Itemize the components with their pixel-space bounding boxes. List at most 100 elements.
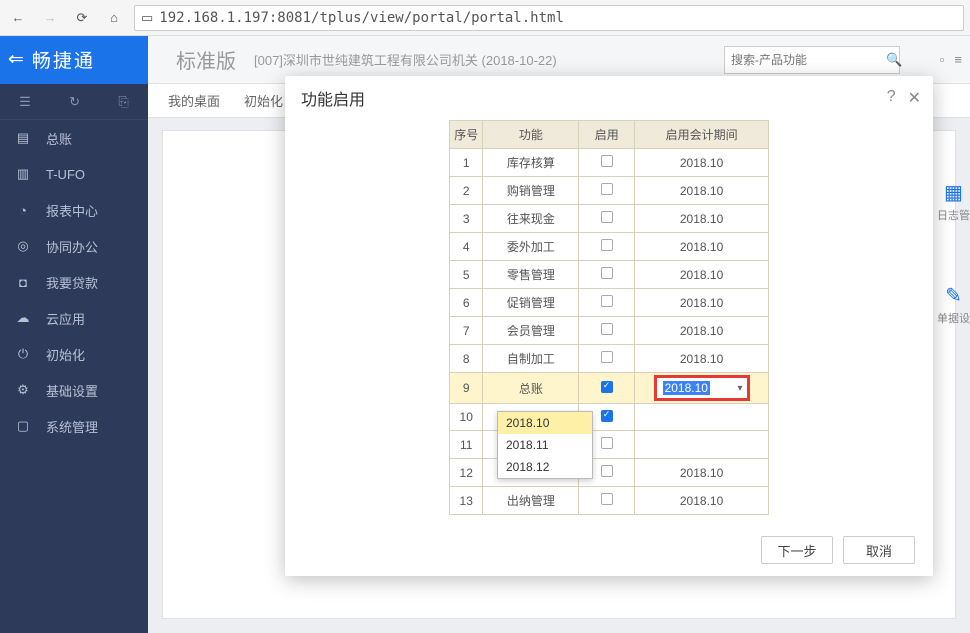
enable-checkbox[interactable] [601, 155, 613, 167]
cell-period: 2018.10 [635, 261, 769, 289]
cell-period: 2018.10 [635, 317, 769, 345]
table-row[interactable]: 4委外加工2018.10 [450, 233, 769, 261]
cell-enable[interactable] [579, 487, 635, 515]
table-row[interactable]: 3往来现金2018.10 [450, 205, 769, 233]
sidebar-item-loan[interactable]: ◘我要贷款 [0, 264, 148, 300]
sidebar-item-label: T-UFO [46, 167, 85, 182]
save-icon[interactable]: ▫ [940, 52, 945, 67]
sidebar-item-label: 协同办公 [46, 237, 98, 256]
cell-index: 8 [450, 345, 483, 373]
enable-checkbox[interactable] [601, 239, 613, 251]
sidebar-item-init[interactable]: ⏻初始化 [0, 336, 148, 372]
enable-checkbox[interactable] [601, 183, 613, 195]
forward-button[interactable]: → [38, 6, 62, 30]
back-button[interactable]: ← [6, 6, 30, 30]
menu-icon[interactable]: ☰ [19, 94, 31, 110]
collab-icon: ◎ [14, 238, 32, 254]
sidebar-item-label: 初始化 [46, 345, 85, 364]
next-button[interactable]: 下一步 [761, 536, 833, 564]
period-dropdown[interactable]: 2018.10▾ [654, 375, 750, 401]
cell-feature: 自制加工 [483, 345, 579, 373]
search-input[interactable] [731, 53, 886, 67]
table-row[interactable]: 9总账2018.10▾ [450, 373, 769, 404]
help-icon[interactable]: ? [887, 88, 896, 108]
modal-title: 功能启用 [301, 86, 365, 110]
cell-feature: 库存核算 [483, 149, 579, 177]
float-doc[interactable]: ✎单据设 [937, 283, 970, 326]
cell-enable[interactable] [579, 317, 635, 345]
loan-icon: ◘ [14, 275, 32, 290]
url-bar[interactable]: ▭ 192.168.1.197:8081/tplus/view/portal/p… [134, 5, 964, 31]
cloud-icon: ☁ [14, 310, 32, 326]
close-icon[interactable]: ✕ [908, 88, 921, 108]
table-row[interactable]: 7会员管理2018.10 [450, 317, 769, 345]
search-icon[interactable]: 🔍 [886, 52, 902, 68]
cell-period: 2018.10 [635, 205, 769, 233]
cell-enable[interactable] [579, 261, 635, 289]
enable-checkbox[interactable] [601, 437, 613, 449]
table-row[interactable]: 6促销管理2018.10 [450, 289, 769, 317]
brand-logo[interactable]: ⇐ 畅捷通 [0, 36, 148, 84]
sidebar-item-tufo[interactable]: ▥T-UFO [0, 156, 148, 192]
cell-period [635, 431, 769, 459]
tab-init[interactable]: 初始化 [244, 91, 283, 110]
cell-feature: 出纳管理 [483, 487, 579, 515]
company-subtitle: [007]深圳市世纯建筑工程有限公司机关 (2018-10-22) [254, 50, 557, 69]
sidebar-item-base[interactable]: ⚙基础设置 [0, 372, 148, 408]
tab-desktop[interactable]: 我的桌面 [168, 91, 220, 110]
cell-index: 4 [450, 233, 483, 261]
table-row[interactable]: 1库存核算2018.10 [450, 149, 769, 177]
cell-enable[interactable] [579, 233, 635, 261]
settings-icon[interactable]: ≡ [954, 52, 962, 67]
sidebar-item-sys[interactable]: ▢系统管理 [0, 408, 148, 444]
enable-checkbox[interactable] [601, 381, 613, 393]
table-row[interactable]: 5零售管理2018.10 [450, 261, 769, 289]
cell-period[interactable]: 2018.10▾ [635, 373, 769, 404]
col-period: 启用会计期间 [635, 121, 769, 149]
cell-enable[interactable] [579, 373, 635, 404]
monitor-icon: ▢ [14, 418, 32, 434]
cell-enable[interactable] [579, 345, 635, 373]
cell-enable[interactable] [579, 205, 635, 233]
enable-checkbox[interactable] [601, 493, 613, 505]
float-label: 单据设 [937, 310, 970, 326]
cell-enable[interactable] [579, 177, 635, 205]
sidebar: ☰ ↻ ⎘ ▤总账 ▥T-UFO ◔报表中心 ◎协同办公 ◘我要贷款 ☁云应用 … [0, 84, 148, 633]
expand-icon[interactable]: ⎘ [118, 94, 128, 110]
sidebar-item-cloud[interactable]: ☁云应用 [0, 300, 148, 336]
enable-checkbox[interactable] [601, 295, 613, 307]
sidebar-item-label: 基础设置 [46, 381, 98, 400]
sidebar-item-collab[interactable]: ◎ 协同办公 [0, 228, 148, 264]
table-row[interactable]: 2购销管理2018.10 [450, 177, 769, 205]
home-button[interactable]: ⌂ [102, 6, 126, 30]
dropdown-option[interactable]: 2018.12 [498, 456, 592, 478]
reload-button[interactable]: ⟳ [70, 6, 94, 30]
enable-checkbox[interactable] [601, 351, 613, 363]
cell-feature: 零售管理 [483, 261, 579, 289]
back-arrow-icon[interactable]: ⇐ [8, 48, 26, 71]
enable-checkbox[interactable] [601, 211, 613, 223]
enable-checkbox[interactable] [601, 465, 613, 477]
sidebar-item-reports[interactable]: ◔报表中心 [0, 192, 148, 228]
cell-enable[interactable] [579, 149, 635, 177]
enable-checkbox[interactable] [601, 410, 613, 422]
cell-index: 7 [450, 317, 483, 345]
cell-period: 2018.10 [635, 345, 769, 373]
table-row[interactable]: 8自制加工 2018.10 [450, 345, 769, 373]
search-box[interactable]: 🔍 [724, 46, 900, 74]
dropdown-option[interactable]: 2018.11 [498, 434, 592, 456]
brand-text: 畅捷通 [32, 46, 95, 73]
dropdown-option[interactable]: 2018.10 [498, 412, 592, 434]
cell-index: 1 [450, 149, 483, 177]
enable-checkbox[interactable] [601, 267, 613, 279]
refresh-icon[interactable]: ↻ [69, 94, 80, 110]
cell-period: 2018.10 [635, 459, 769, 487]
cell-enable[interactable] [579, 289, 635, 317]
period-value: 2018.10 [663, 381, 710, 395]
sidebar-item-ledger[interactable]: ▤总账 [0, 120, 148, 156]
sidebar-item-label: 报表中心 [46, 201, 98, 220]
enable-checkbox[interactable] [601, 323, 613, 335]
float-log[interactable]: ▦日志管 [937, 180, 970, 223]
cancel-button[interactable]: 取消 [843, 536, 915, 564]
table-row[interactable]: 13出纳管理2018.10 [450, 487, 769, 515]
